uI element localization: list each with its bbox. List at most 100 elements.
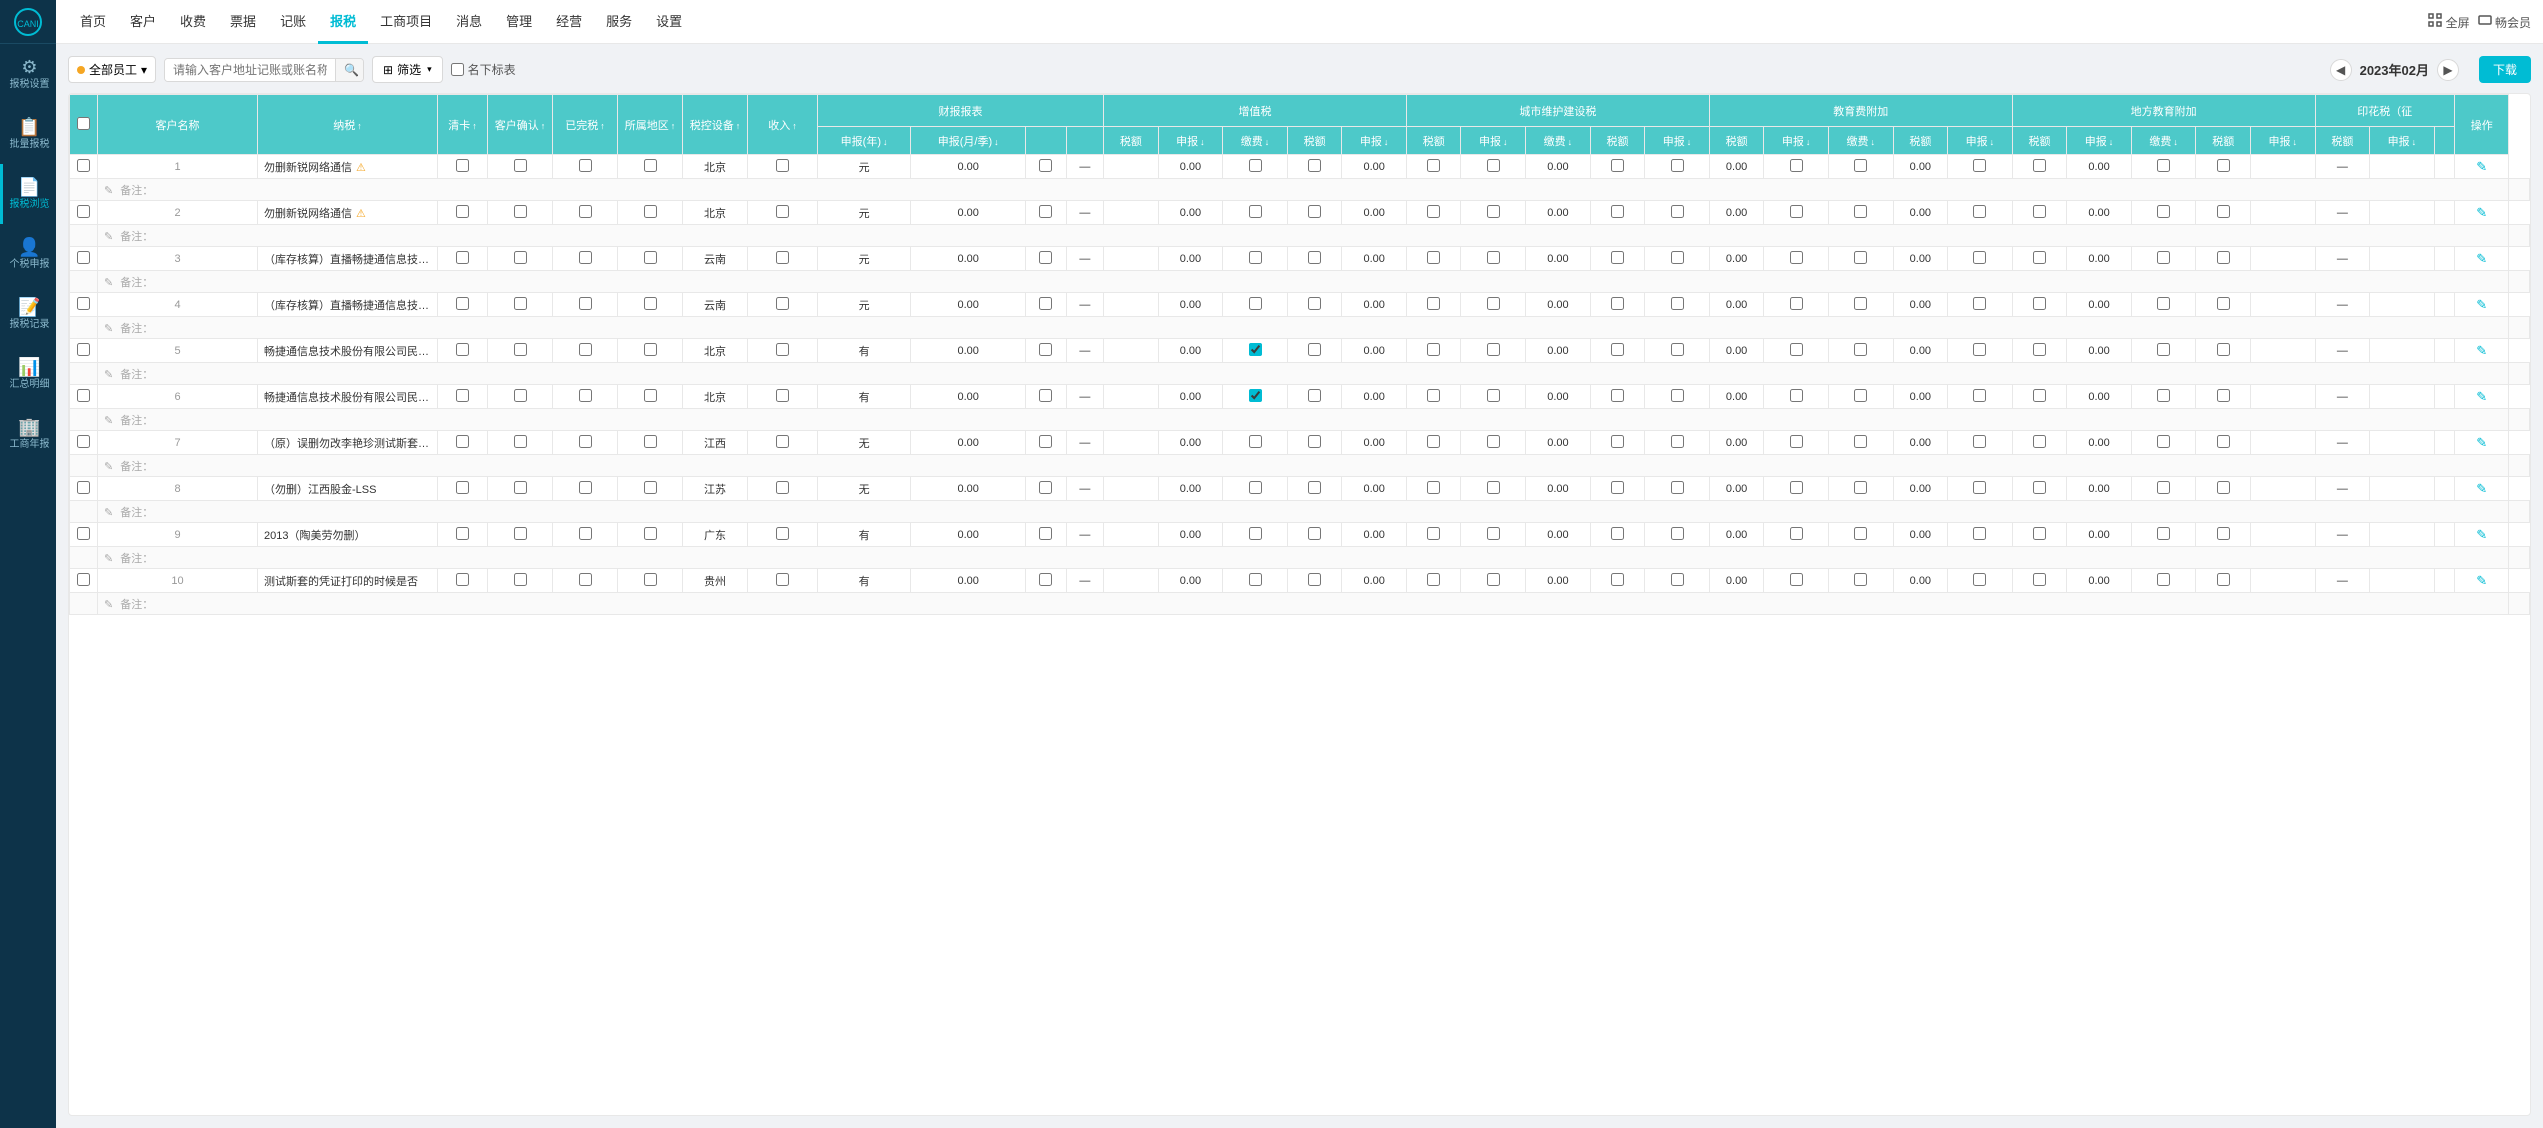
cs4-cb-8[interactable]	[1671, 527, 1684, 540]
cs4-cb-0[interactable]	[1671, 159, 1684, 172]
zz5-cb-6[interactable]	[1427, 435, 1440, 448]
cs-cb-1[interactable]	[1487, 205, 1500, 218]
jy-shen-cb-8[interactable]	[1854, 527, 1867, 540]
label-checkbox[interactable]: 名下标表	[451, 61, 516, 78]
df-shen-cb-5[interactable]	[2157, 389, 2170, 402]
quereng-cb-3[interactable]	[579, 297, 592, 310]
nashuai-cb-0[interactable]	[456, 159, 469, 172]
fullscreen-btn[interactable]: 全屏	[2428, 13, 2469, 31]
jy4-cb-2[interactable]	[1973, 251, 1986, 264]
jy4-cb-6[interactable]	[1973, 435, 1986, 448]
df-shen-cb-7[interactable]	[2157, 481, 2170, 494]
cs-cb-3[interactable]	[1487, 297, 1500, 310]
nav-piaoju[interactable]: 票据	[218, 0, 268, 44]
cs-jiao-cb-4[interactable]	[1611, 343, 1624, 356]
caiwu-year-cb-5[interactable]	[1039, 389, 1052, 402]
quereng-cb-2[interactable]	[579, 251, 592, 264]
df-shen-cb-8[interactable]	[2157, 527, 2170, 540]
wanshuai-cb-8[interactable]	[644, 527, 657, 540]
caiwu-year-cb-9[interactable]	[1039, 573, 1052, 586]
date-prev-button[interactable]: ◀	[2330, 59, 2352, 81]
df-shen-cb-9[interactable]	[2157, 573, 2170, 586]
row-checkbox-0[interactable]	[77, 159, 90, 172]
jy5-cb-1[interactable]	[2033, 205, 2046, 218]
filter-button[interactable]: ⊞ 筛选 ▾	[372, 56, 443, 83]
qingka-cb-4[interactable]	[514, 343, 527, 356]
jy-shen-cb-6[interactable]	[1854, 435, 1867, 448]
df-jiao-cb-5[interactable]	[2217, 389, 2230, 402]
zz-shen-cb-6[interactable]	[1249, 435, 1262, 448]
nav-gongshang[interactable]: 工商项目	[368, 0, 444, 44]
row-checkbox-7[interactable]	[77, 481, 90, 494]
qingka-cb-5[interactable]	[514, 389, 527, 402]
zz5-cb-9[interactable]	[1427, 573, 1440, 586]
sidebar-item-geshenshuibao[interactable]: 👤 个税申报	[0, 224, 56, 284]
sidebar-item-baoshujilu[interactable]: 📄 报税浏览	[0, 164, 56, 224]
nashuai-cb-5[interactable]	[456, 389, 469, 402]
df-shen-cb-2[interactable]	[2157, 251, 2170, 264]
zz-jiao-cb-0[interactable]	[1308, 159, 1321, 172]
edit-icon-5[interactable]: ✎	[2476, 389, 2487, 404]
taxctrl-cb-5[interactable]	[776, 389, 789, 402]
nav-jingying[interactable]: 经营	[544, 0, 594, 44]
row-checkbox-9[interactable]	[77, 573, 90, 586]
wanshuai-cb-4[interactable]	[644, 343, 657, 356]
qingka-cb-1[interactable]	[514, 205, 527, 218]
jy5-cb-0[interactable]	[2033, 159, 2046, 172]
quereng-cb-5[interactable]	[579, 389, 592, 402]
cs4-cb-7[interactable]	[1671, 481, 1684, 494]
nashuai-cb-3[interactable]	[456, 297, 469, 310]
cs-cb-4[interactable]	[1487, 343, 1500, 356]
edit-icon-9[interactable]: ✎	[2476, 573, 2487, 588]
jy4-cb-8[interactable]	[1973, 527, 1986, 540]
nashuai-cb-8[interactable]	[456, 527, 469, 540]
wanshuai-cb-3[interactable]	[644, 297, 657, 310]
edit-icon-7[interactable]: ✎	[2476, 481, 2487, 496]
sidebar-item-baoshuishezhi[interactable]: ⚙ 报税设置	[0, 44, 56, 104]
df-jiao-cb-3[interactable]	[2217, 297, 2230, 310]
cs-cb-7[interactable]	[1487, 481, 1500, 494]
zz-shen-cb-3[interactable]	[1249, 297, 1262, 310]
caiwu-year-cb-1[interactable]	[1039, 205, 1052, 218]
jy4-cb-9[interactable]	[1973, 573, 1986, 586]
zz5-cb-1[interactable]	[1427, 205, 1440, 218]
zz-jiao-cb-5[interactable]	[1308, 389, 1321, 402]
cs-jiao-cb-8[interactable]	[1611, 527, 1624, 540]
taxctrl-cb-4[interactable]	[776, 343, 789, 356]
jy-cb-2[interactable]	[1790, 251, 1803, 264]
cs-jiao-cb-0[interactable]	[1611, 159, 1624, 172]
taxctrl-cb-3[interactable]	[776, 297, 789, 310]
qingka-cb-3[interactable]	[514, 297, 527, 310]
df-shen-cb-0[interactable]	[2157, 159, 2170, 172]
zz-shen-cb-2[interactable]	[1249, 251, 1262, 264]
cs4-cb-9[interactable]	[1671, 573, 1684, 586]
label-checkbox-input[interactable]	[451, 63, 464, 76]
zz-jiao-cb-3[interactable]	[1308, 297, 1321, 310]
zz5-cb-4[interactable]	[1427, 343, 1440, 356]
jy5-cb-4[interactable]	[2033, 343, 2046, 356]
jy-cb-3[interactable]	[1790, 297, 1803, 310]
sidebar-item-baoshujilunav[interactable]: 📝 报税记录	[0, 284, 56, 344]
cs-jiao-cb-6[interactable]	[1611, 435, 1624, 448]
jy-cb-0[interactable]	[1790, 159, 1803, 172]
zz-shen-cb-9[interactable]	[1249, 573, 1262, 586]
jy4-cb-4[interactable]	[1973, 343, 1986, 356]
taxctrl-cb-8[interactable]	[776, 527, 789, 540]
jy5-cb-8[interactable]	[2033, 527, 2046, 540]
sidebar-item-huizongmingxi[interactable]: 📊 汇总明细	[0, 344, 56, 404]
jy4-cb-1[interactable]	[1973, 205, 1986, 218]
jy4-cb-3[interactable]	[1973, 297, 1986, 310]
caiwu-year-cb-6[interactable]	[1039, 435, 1052, 448]
cs4-cb-5[interactable]	[1671, 389, 1684, 402]
employee-select[interactable]: 全部员工 ▾	[68, 56, 156, 83]
qingka-cb-8[interactable]	[514, 527, 527, 540]
cs4-cb-6[interactable]	[1671, 435, 1684, 448]
caiwu-year-cb-4[interactable]	[1039, 343, 1052, 356]
zz-shen-cb-7[interactable]	[1249, 481, 1262, 494]
zz-jiao-cb-4[interactable]	[1308, 343, 1321, 356]
cs-cb-9[interactable]	[1487, 573, 1500, 586]
zz5-cb-3[interactable]	[1427, 297, 1440, 310]
qingka-cb-9[interactable]	[514, 573, 527, 586]
wanshuai-cb-5[interactable]	[644, 389, 657, 402]
jy4-cb-7[interactable]	[1973, 481, 1986, 494]
